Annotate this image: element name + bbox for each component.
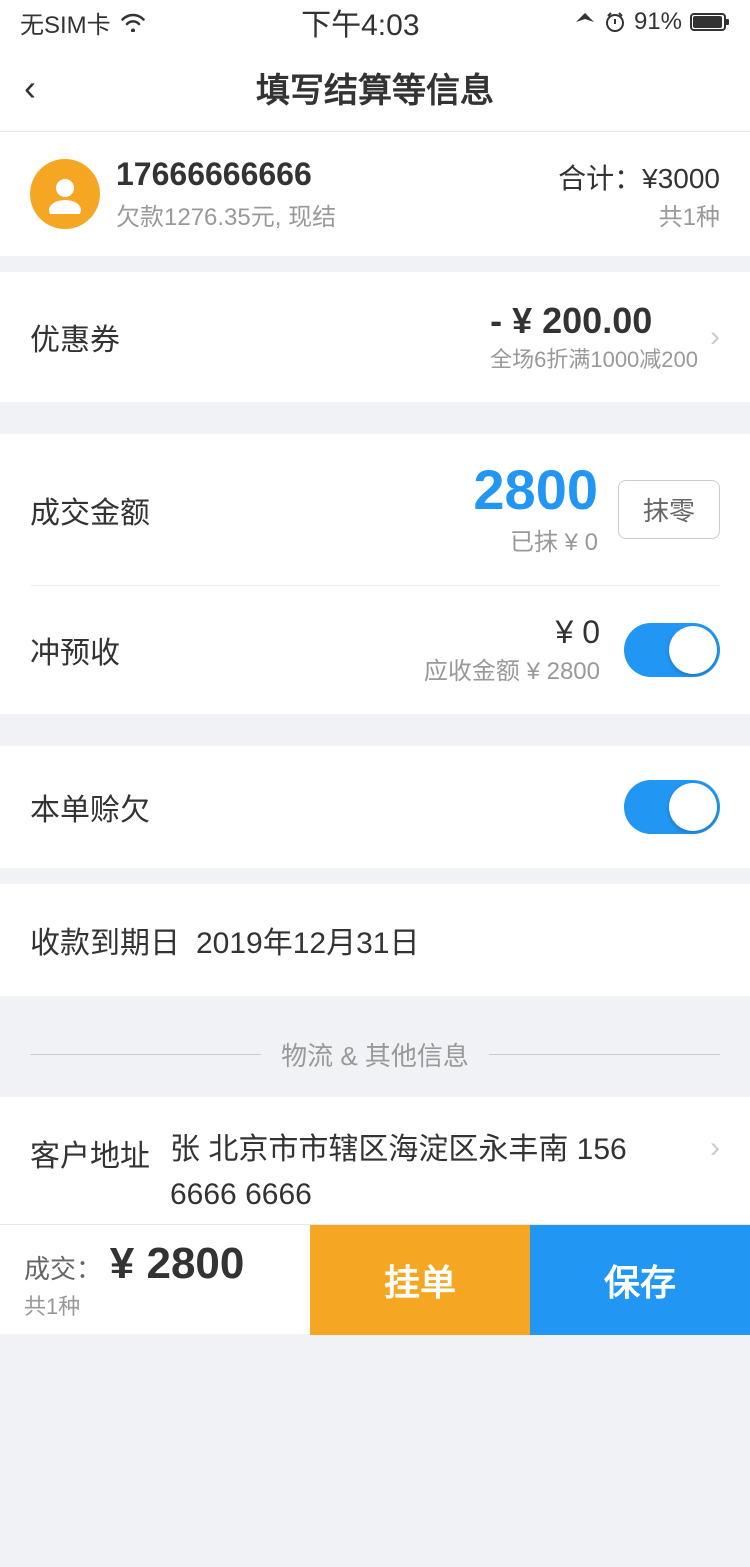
battery-percent: 91%: [634, 8, 682, 36]
status-left: 无SIM卡: [20, 5, 147, 40]
avatar-icon: [45, 174, 85, 214]
customer-note: 欠款1276.35元, 现结: [116, 197, 336, 232]
coupon-label: 优惠券: [30, 315, 120, 359]
prepay-right: ¥ 0 应收金额 ¥ 2800: [424, 614, 720, 686]
address-label: 客户地址: [30, 1127, 150, 1175]
nav-bar: ‹ 填写结算等信息: [0, 44, 750, 132]
location-icon: [574, 11, 596, 33]
due-date-value: 2019年12月31日: [196, 918, 419, 962]
prepay-toggle[interactable]: [624, 623, 720, 677]
coupon-desc: 全场6折满1000减200: [490, 342, 698, 374]
total-amount: ¥3000: [642, 163, 720, 194]
prepay-row: 冲预收 ¥ 0 应收金额 ¥ 2800: [30, 586, 720, 714]
round-zero-button[interactable]: 抹零: [618, 480, 720, 539]
coupon-chevron-icon: ›: [710, 320, 720, 354]
bad-debt-row: 本单赊欠: [30, 746, 720, 868]
total-label: 合计：: [558, 163, 642, 194]
customer-phone: 17666666666: [116, 156, 336, 193]
deal-amount-right: 2800 已抹 ¥ 0 抹零: [473, 462, 720, 557]
total-label-amount: 合计：¥3000: [558, 157, 720, 197]
prepay-sub: 应收金额 ¥ 2800: [424, 651, 600, 686]
customer-left: 17666666666 欠款1276.35元, 现结: [30, 156, 336, 232]
back-button[interactable]: ‹: [24, 67, 36, 109]
hang-order-button[interactable]: 挂单: [310, 1225, 530, 1335]
coupon-right: - ¥ 200.00 全场6折满1000减200 ›: [490, 300, 720, 374]
logistics-label: 物流 & 其他信息: [281, 1036, 469, 1073]
logistics-divider: 物流 & 其他信息: [0, 1012, 750, 1097]
status-time: 下午4:03: [301, 0, 419, 44]
section-divider-1: [0, 418, 750, 434]
bottom-deal-label: 成交：: [24, 1254, 102, 1284]
bad-debt-label: 本单赊欠: [30, 785, 150, 829]
battery-icon: [690, 11, 730, 33]
save-button[interactable]: 保存: [530, 1225, 750, 1335]
deal-amount-row: 成交金额 2800 已抹 ¥ 0 抹零: [30, 434, 720, 586]
avatar: [30, 159, 100, 229]
bad-debt-toggle-knob: [669, 783, 717, 831]
due-date-row: 收款到期日 2019年12月31日: [30, 884, 720, 996]
prepay-toggle-knob: [669, 626, 717, 674]
bottom-deal-amount: ¥ 2800: [110, 1239, 245, 1288]
bottom-summary: 成交： ¥ 2800 共1种: [0, 1239, 310, 1321]
prepay-label: 冲预收: [30, 628, 120, 672]
divider-line-left: [30, 1054, 261, 1055]
page-title: 填写结算等信息: [256, 63, 494, 112]
deal-amount-value: 2800: [473, 462, 598, 518]
address-chevron-icon: ›: [698, 1127, 720, 1165]
customer-card: 17666666666 欠款1276.35元, 现结 合计：¥3000 共1种: [0, 132, 750, 256]
address-value: 张 北京市市辖区海淀区永丰南 156 6666 6666: [170, 1127, 698, 1217]
prepay-amount: ¥ 0: [424, 614, 600, 651]
bottom-count: 共1种: [24, 1289, 286, 1321]
status-right: 91%: [574, 8, 730, 36]
status-bar: 无SIM卡 下午4:03 91%: [0, 0, 750, 44]
due-date-label: 收款到期日: [30, 918, 180, 962]
bottom-deal-row: 成交： ¥ 2800: [24, 1239, 286, 1289]
content-area: 17666666666 欠款1276.35元, 现结 合计：¥3000 共1种 …: [0, 132, 750, 1567]
sim-label: 无SIM卡: [20, 5, 111, 40]
coupon-row[interactable]: 优惠券 - ¥ 200.00 全场6折满1000减200 ›: [0, 272, 750, 402]
bad-debt-toggle[interactable]: [624, 780, 720, 834]
wifi-icon: [119, 12, 147, 32]
bad-debt-section: 本单赊欠: [0, 746, 750, 868]
deal-amount-label: 成交金额: [30, 488, 150, 532]
bottom-bar: 成交： ¥ 2800 共1种 挂单 保存: [0, 1224, 750, 1334]
customer-info: 17666666666 欠款1276.35元, 现结: [116, 156, 336, 232]
total-count: 共1种: [558, 197, 720, 232]
customer-right: 合计：¥3000 共1种: [558, 157, 720, 232]
due-date-section: 收款到期日 2019年12月31日: [0, 884, 750, 996]
deal-amount-sub: 已抹 ¥ 0: [473, 522, 598, 557]
section-divider-2: [0, 714, 750, 730]
deal-amount-container: 2800 已抹 ¥ 0: [473, 462, 598, 557]
prepay-amount-wrap: ¥ 0 应收金额 ¥ 2800: [424, 614, 600, 686]
coupon-discount: - ¥ 200.00: [490, 300, 698, 342]
deal-section: 成交金额 2800 已抹 ¥ 0 抹零 冲预收 ¥ 0 应收金额 ¥ 2800: [0, 434, 750, 714]
divider-line-right: [489, 1054, 720, 1055]
alarm-icon: [604, 11, 626, 33]
